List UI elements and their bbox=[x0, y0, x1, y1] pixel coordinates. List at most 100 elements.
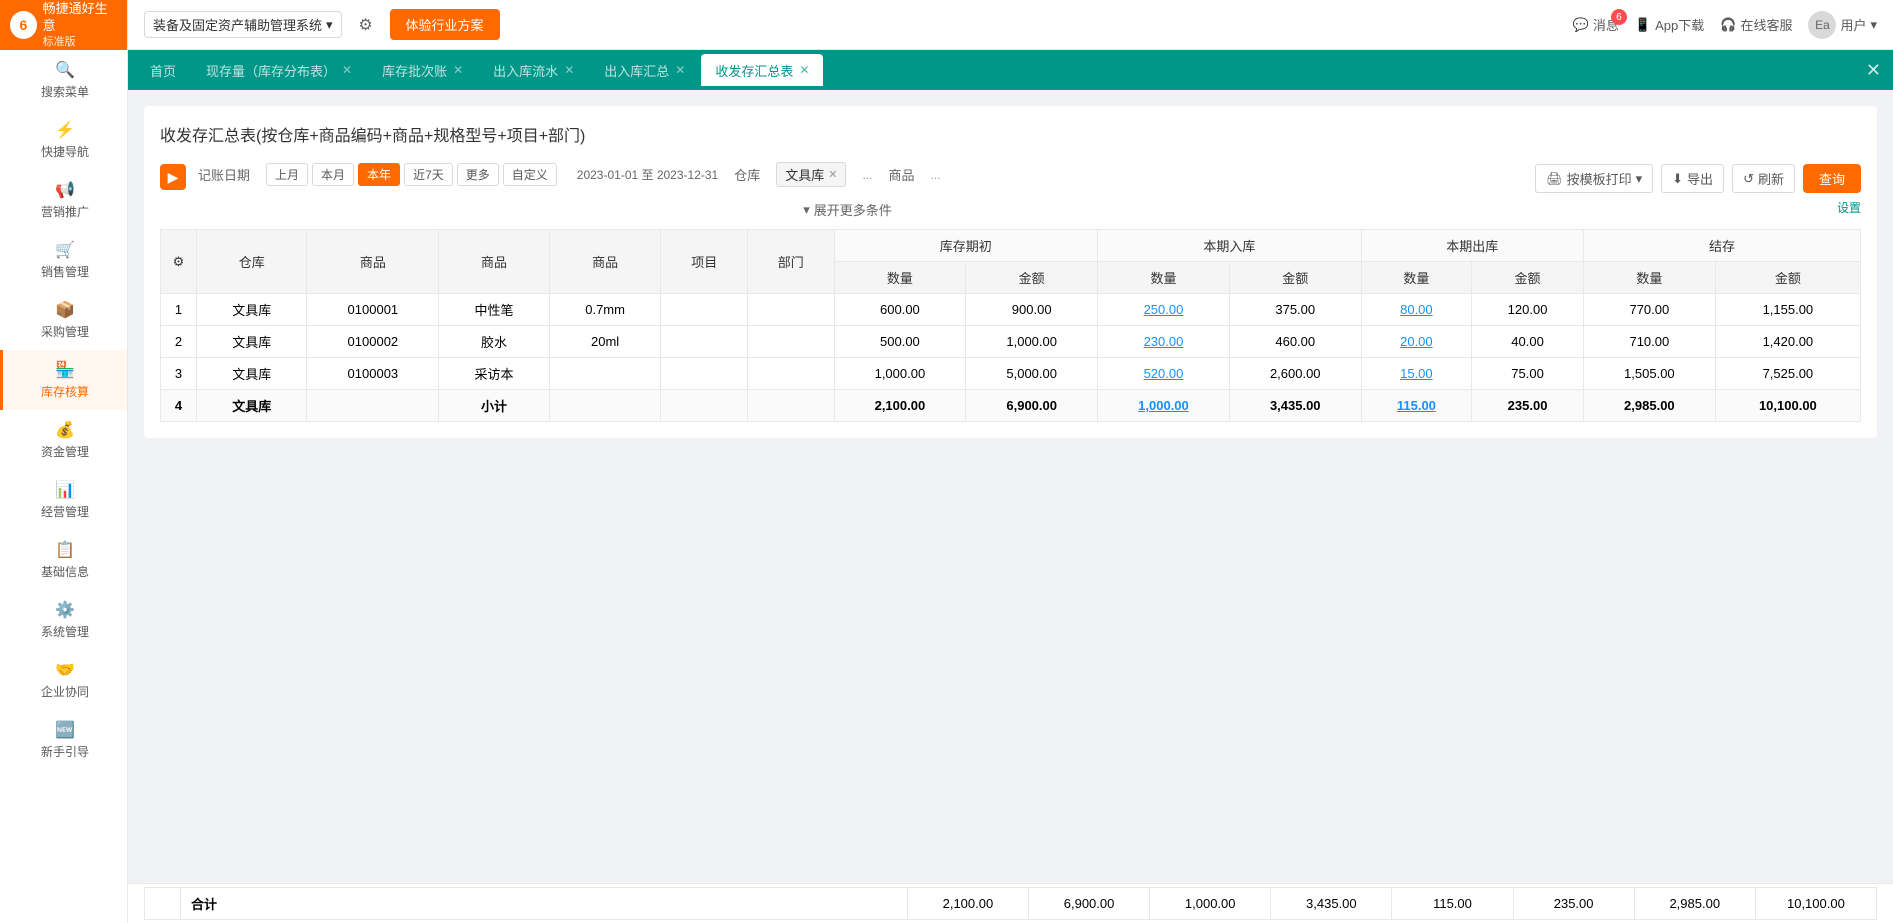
try-industry-button[interactable]: 体验行业方案 bbox=[390, 9, 500, 40]
system-title-select[interactable]: 装备及固定资产辅助管理系统 ▾ bbox=[144, 11, 342, 38]
export-button[interactable]: ⬇ 导出 bbox=[1661, 164, 1724, 193]
sub-in-amt: 金额 bbox=[1229, 262, 1361, 294]
tab-bar-end: ✕ bbox=[1862, 56, 1885, 85]
warehouse-tag-remove[interactable]: ✕ bbox=[828, 168, 837, 181]
sidebar-item-marketing[interactable]: 📢营销推广 bbox=[0, 170, 127, 230]
finance-icon: 💰 bbox=[55, 420, 75, 440]
date-filter-label: 记账日期 bbox=[198, 165, 250, 184]
date-range-text: 2023-01-01 至 2023-12-31 bbox=[577, 166, 718, 183]
tab-close-recv_send[interactable]: ✕ bbox=[799, 63, 809, 77]
sub-in-qty: 数量 bbox=[1098, 262, 1230, 294]
quick-icon: ⚡ bbox=[55, 120, 75, 140]
operation-icon: 📊 bbox=[55, 480, 75, 500]
date-btn-上月[interactable]: 上月 bbox=[266, 163, 308, 186]
filter-toggle-button[interactable]: ▶ bbox=[160, 164, 186, 190]
sidebar-item-inventory[interactable]: 🏪库存核算 bbox=[0, 350, 127, 410]
toolbar-section: 🖨 按模板打印 ▾ ⬇ 导出 ↺ 刷新 bbox=[1535, 162, 1861, 216]
search-icon: 🔍 bbox=[55, 60, 75, 80]
top-bar: 装备及固定资产辅助管理系统 ▾ ⚙ 体验行业方案 💬 消息 6 📱 App下载 … bbox=[128, 0, 1893, 50]
date-btn-近7天[interactable]: 近7天 bbox=[404, 163, 453, 186]
data-table: ⚙ 仓库 商品 商品 商品 项目 部门 库存期初 本期入库 本期出库 结存 数量 bbox=[160, 229, 1861, 422]
report-card: 收发存汇总表(按仓库+商品编码+商品+规格型号+项目+部门) ▶ 记账日期 上月… bbox=[144, 106, 1877, 438]
date-btn-本月[interactable]: 本月 bbox=[312, 163, 354, 186]
sub-out-amt: 金额 bbox=[1472, 262, 1584, 294]
sidebar-item-collab[interactable]: 🤝企业协同 bbox=[0, 650, 127, 710]
tab-close-summary[interactable]: ✕ bbox=[675, 63, 685, 77]
sidebar-item-operation[interactable]: 📊经营管理 bbox=[0, 470, 127, 530]
sidebar-header[interactable]: 6 畅捷通好生意 标准版 bbox=[0, 0, 127, 50]
sidebar-item-quick[interactable]: ⚡快捷导航 bbox=[0, 110, 127, 170]
date-btn-更多[interactable]: 更多 bbox=[457, 163, 499, 186]
online-service-action[interactable]: 🎧 在线客服 bbox=[1720, 15, 1792, 34]
tab-recv_send[interactable]: 收发存汇总表✕ bbox=[701, 54, 823, 86]
subtotal-row: 4 文具库 小计 2,100.00 6,900.00 1,000.00 3,43… bbox=[161, 390, 1861, 422]
total-label: 合计 bbox=[181, 888, 908, 920]
group-closing: 结存 bbox=[1583, 230, 1860, 262]
refresh-button[interactable]: ↺ 刷新 bbox=[1732, 164, 1795, 193]
expand-row: ▾ 展开更多条件 bbox=[160, 200, 1535, 219]
filter-section: ▶ 记账日期 上月本月本年近7天更多自定义 2023-01-01 至 2023-… bbox=[160, 162, 1535, 229]
warehouse-filter-tag[interactable]: 文具库 ✕ bbox=[776, 162, 846, 187]
date-btn-本年[interactable]: 本年 bbox=[358, 163, 400, 186]
warehouse-more[interactable]: ... bbox=[862, 168, 872, 182]
page-content: 收发存汇总表(按仓库+商品编码+商品+规格型号+项目+部门) ▶ 记账日期 上月… bbox=[128, 90, 1893, 883]
sidebar-item-sales[interactable]: 🛒销售管理 bbox=[0, 230, 127, 290]
expand-conditions-button[interactable]: ▾ 展开更多条件 bbox=[803, 200, 892, 219]
message-action[interactable]: 💬 消息 6 bbox=[1573, 15, 1619, 34]
goods-more[interactable]: ... bbox=[931, 168, 941, 182]
filter-toolbar-row: ▶ 记账日期 上月本月本年近7天更多自定义 2023-01-01 至 2023-… bbox=[160, 162, 1861, 229]
chevron-down-icon: ▾ bbox=[803, 202, 810, 218]
tab-home[interactable]: 首页 bbox=[136, 54, 190, 86]
sidebar-nav: 🔍搜索菜单⚡快捷导航📢营销推广🛒销售管理📦采购管理🏪库存核算💰资金管理📊经营管理… bbox=[0, 50, 127, 923]
printer-icon: 🖨 bbox=[1546, 171, 1563, 187]
tab-close-flow[interactable]: ✕ bbox=[564, 63, 574, 77]
sidebar-item-system[interactable]: ⚙️系统管理 bbox=[0, 590, 127, 650]
basic-icon: 📋 bbox=[55, 540, 75, 560]
table-row: 2 文具库 0100002 胶水 20ml 500.00 1,000.00 23… bbox=[161, 326, 1861, 358]
message-icon: 💬 bbox=[1573, 17, 1589, 33]
query-button[interactable]: 查询 bbox=[1803, 164, 1861, 193]
page-title: 收发存汇总表(按仓库+商品编码+商品+规格型号+项目+部门) bbox=[160, 122, 1861, 146]
page-bottom-bar: 合计 2,100.00 6,900.00 1,000.00 3,435.00 1… bbox=[128, 883, 1893, 923]
total-out-qty: 115.00 bbox=[1392, 888, 1513, 920]
col-code: 商品 bbox=[307, 230, 439, 294]
tab-summary[interactable]: 出入库汇总✕ bbox=[590, 54, 699, 86]
print-button[interactable]: 🖨 按模板打印 ▾ bbox=[1535, 164, 1653, 193]
brand-text: 畅捷通好生意 标准版 bbox=[43, 1, 117, 49]
gear-button[interactable]: ⚙ bbox=[352, 11, 380, 39]
sidebar-item-purchase[interactable]: 📦采购管理 bbox=[0, 290, 127, 350]
chevron-down-icon: ▾ bbox=[1636, 171, 1643, 187]
tab-flow[interactable]: 出入库流水✕ bbox=[479, 54, 588, 86]
tab-batch[interactable]: 库存批次账✕ bbox=[368, 54, 477, 86]
sidebar-item-guide[interactable]: 🆕新手引导 bbox=[0, 710, 127, 770]
chevron-down-icon: ▾ bbox=[326, 17, 333, 33]
sub-opening-qty: 数量 bbox=[834, 262, 966, 294]
total-closing-qty: 2,985.00 bbox=[1634, 888, 1755, 920]
date-btn-自定义[interactable]: 自定义 bbox=[503, 163, 557, 186]
phone-icon: 📱 bbox=[1635, 17, 1651, 33]
total-opening-amt: 6,900.00 bbox=[1028, 888, 1149, 920]
total-table: 合计 2,100.00 6,900.00 1,000.00 3,435.00 1… bbox=[144, 887, 1877, 920]
date-buttons: 上月本月本年近7天更多自定义 bbox=[266, 163, 557, 186]
col-project: 项目 bbox=[661, 230, 748, 294]
table-row: 3 文具库 0100003 采访本 1,000.00 5,000.00 520.… bbox=[161, 358, 1861, 390]
app-download-action[interactable]: 📱 App下载 bbox=[1635, 15, 1704, 34]
sidebar-item-basic[interactable]: 📋基础信息 bbox=[0, 530, 127, 590]
chevron-down-icon: ▾ bbox=[1870, 17, 1877, 33]
sidebar-item-search[interactable]: 🔍搜索菜单 bbox=[0, 50, 127, 110]
table-settings-header[interactable]: ⚙ bbox=[161, 230, 197, 294]
filter-group: 记账日期 上月本月本年近7天更多自定义 2023-01-01 至 2023-12… bbox=[198, 162, 1535, 187]
headset-icon: 🎧 bbox=[1720, 17, 1736, 33]
tab-close-stock_dist[interactable]: ✕ bbox=[342, 63, 352, 77]
tab-close-batch[interactable]: ✕ bbox=[453, 63, 463, 77]
system-icon: ⚙️ bbox=[55, 600, 75, 620]
col-spec: 商品 bbox=[549, 230, 661, 294]
goods-filter-label: 商品 bbox=[888, 165, 914, 184]
tab-stock_dist[interactable]: 现存量（库存分布表）✕ bbox=[192, 54, 366, 86]
refresh-icon: ↺ bbox=[1743, 171, 1754, 187]
settings-link[interactable]: 设置 bbox=[1837, 199, 1861, 216]
sidebar-item-finance[interactable]: 💰资金管理 bbox=[0, 410, 127, 470]
user-action[interactable]: Ea 用户 ▾ bbox=[1808, 11, 1877, 39]
close-all-tabs-button[interactable]: ✕ bbox=[1862, 56, 1885, 85]
inventory-icon: 🏪 bbox=[55, 360, 75, 380]
